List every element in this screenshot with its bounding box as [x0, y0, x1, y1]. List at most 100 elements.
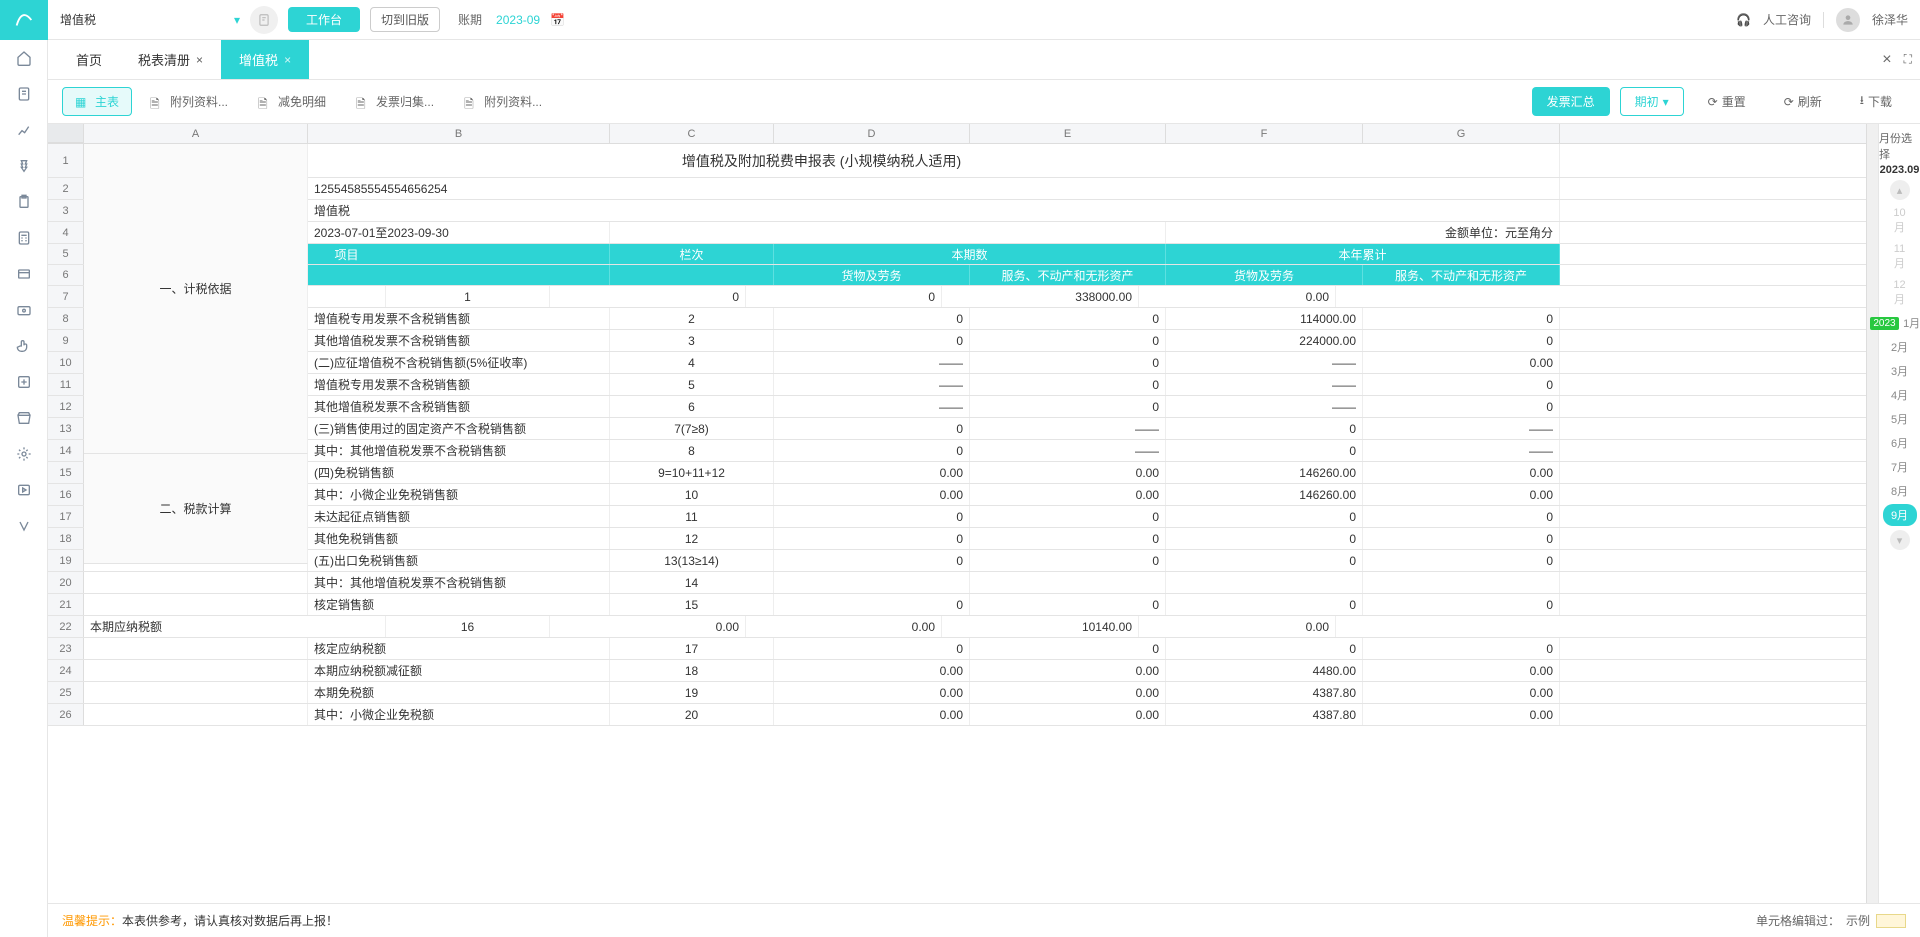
cell[interactable]: 224000.00 — [1166, 330, 1363, 351]
nav-calc-icon[interactable] — [0, 220, 48, 256]
nav-export-icon[interactable] — [0, 364, 48, 400]
cell[interactable]: —— — [1166, 374, 1363, 395]
cell[interactable]: 0 — [1363, 396, 1560, 417]
cell[interactable]: 0.00 — [1363, 682, 1560, 703]
cell[interactable]: 0 — [970, 638, 1166, 659]
cell[interactable]: 0 — [970, 594, 1166, 615]
cell[interactable]: 0 — [774, 440, 970, 461]
cell[interactable]: 0 — [1363, 374, 1560, 395]
nav-settings-icon[interactable] — [0, 436, 48, 472]
row-header[interactable]: 1 — [48, 144, 84, 177]
cell[interactable]: 8 — [610, 440, 774, 461]
cell[interactable]: 0 — [970, 396, 1166, 417]
cell[interactable]: 146260.00 — [1166, 462, 1363, 483]
cell[interactable]: —— — [774, 396, 970, 417]
row-header[interactable]: 8 — [48, 308, 84, 329]
cell[interactable]: 0 — [970, 528, 1166, 549]
cell[interactable]: 0 — [1363, 330, 1560, 351]
month-item[interactable]: 7月 — [1883, 456, 1917, 478]
tab-vat[interactable]: 增值税× — [221, 40, 309, 79]
cell[interactable]: 本期应纳税额减征额 — [308, 660, 610, 681]
cell[interactable]: —— — [774, 352, 970, 373]
cell[interactable]: 0.00 — [774, 660, 970, 681]
cell[interactable]: —— — [774, 374, 970, 395]
cell[interactable]: 其他增值税发票不含税销售额 — [308, 396, 610, 417]
cell[interactable]: 0 — [774, 638, 970, 659]
cell[interactable]: 16 — [386, 616, 550, 637]
col-header[interactable]: A — [84, 124, 308, 143]
row-header[interactable]: 5 — [48, 244, 84, 264]
cell[interactable]: 核定应纳税额 — [308, 638, 610, 659]
tab-home[interactable]: 首页 — [58, 40, 120, 79]
month-item[interactable]: 6月 — [1883, 432, 1917, 454]
download-button[interactable]: ⭳下载 — [1846, 86, 1906, 117]
cell[interactable]: 其他增值税发票不含税销售额 — [308, 330, 610, 351]
cell[interactable]: 0 — [1363, 638, 1560, 659]
row-header[interactable]: 2 — [48, 178, 84, 199]
cell[interactable]: 0 — [774, 330, 970, 351]
cell[interactable]: 0.00 — [774, 484, 970, 505]
fullscreen-icon[interactable]: ⛶ — [1904, 52, 1912, 67]
cell[interactable]: 0.00 — [550, 616, 746, 637]
switch-old-button[interactable]: 切到旧版 — [370, 7, 440, 32]
subtab-reduce[interactable]: 🗎减免明细 — [246, 88, 338, 115]
reset-button[interactable]: ⟳重置 — [1694, 88, 1760, 115]
cell[interactable]: 0.00 — [746, 616, 942, 637]
cell[interactable]: 0 — [1166, 506, 1363, 527]
row-header[interactable]: 10 — [48, 352, 84, 373]
col-header[interactable]: C — [610, 124, 774, 143]
cell[interactable]: 0 — [774, 594, 970, 615]
calendar-icon[interactable]: 📅 — [550, 13, 565, 27]
refresh-button[interactable]: ⟳刷新 — [1770, 88, 1836, 115]
cell[interactable]: 6 — [610, 396, 774, 417]
subtab-main[interactable]: ▦主表 — [62, 87, 132, 116]
cell[interactable]: 0 — [970, 506, 1166, 527]
cell[interactable]: 0 — [1363, 550, 1560, 571]
cell[interactable]: 15 — [610, 594, 774, 615]
month-item[interactable]: 12月 — [1883, 276, 1917, 310]
init-button[interactable]: 期初 ▾ — [1620, 87, 1684, 116]
month-item[interactable]: 10月 — [1883, 204, 1917, 238]
cell[interactable]: 0.00 — [774, 704, 970, 725]
cell[interactable]: 4387.80 — [1166, 682, 1363, 703]
row-header[interactable]: 11 — [48, 374, 84, 395]
cell[interactable]: 增值税专用发票不含税销售额 — [308, 308, 610, 329]
row-header[interactable]: 19 — [48, 550, 84, 571]
cell[interactable]: 0 — [746, 286, 942, 307]
cell[interactable]: 10 — [610, 484, 774, 505]
cell[interactable]: —— — [970, 440, 1166, 461]
cell[interactable]: 0 — [1166, 638, 1363, 659]
cell[interactable] — [1363, 572, 1560, 593]
row-header[interactable]: 21 — [48, 594, 84, 615]
month-item[interactable]: 8月 — [1883, 480, 1917, 502]
cell[interactable]: 0 — [774, 528, 970, 549]
row-header[interactable]: 14 — [48, 440, 84, 461]
cell[interactable]: 0 — [970, 374, 1166, 395]
nav-doc-icon[interactable] — [0, 76, 48, 112]
nav-clipboard-icon[interactable] — [0, 184, 48, 220]
cell[interactable]: 其中：小微企业免税销售额 — [308, 484, 610, 505]
cell[interactable]: 19 — [610, 682, 774, 703]
cell[interactable]: 4 — [610, 352, 774, 373]
cell[interactable]: 14 — [610, 572, 774, 593]
col-header[interactable]: B — [308, 124, 610, 143]
cell[interactable]: 146260.00 — [1166, 484, 1363, 505]
close-icon[interactable]: × — [196, 53, 203, 67]
cell[interactable]: 0 — [970, 308, 1166, 329]
cell[interactable]: 20 — [610, 704, 774, 725]
nav-home-icon[interactable] — [0, 40, 48, 76]
cell[interactable]: 12 — [610, 528, 774, 549]
cell[interactable]: 0 — [774, 506, 970, 527]
select-all-corner[interactable] — [48, 124, 84, 143]
cell[interactable]: 0 — [1363, 528, 1560, 549]
cell[interactable]: 0 — [970, 550, 1166, 571]
nav-money-icon[interactable] — [0, 148, 48, 184]
cell[interactable]: 0.00 — [1363, 484, 1560, 505]
cell[interactable]: 0 — [774, 550, 970, 571]
month-item[interactable]: 2月 — [1883, 336, 1917, 358]
cell[interactable]: 0 — [1166, 528, 1363, 549]
month-item-current[interactable]: 9月 — [1883, 504, 1917, 526]
scroll-gutter[interactable] — [1866, 124, 1878, 903]
workbench-button[interactable]: 工作台 — [288, 7, 360, 32]
cell[interactable]: 0 — [1166, 550, 1363, 571]
